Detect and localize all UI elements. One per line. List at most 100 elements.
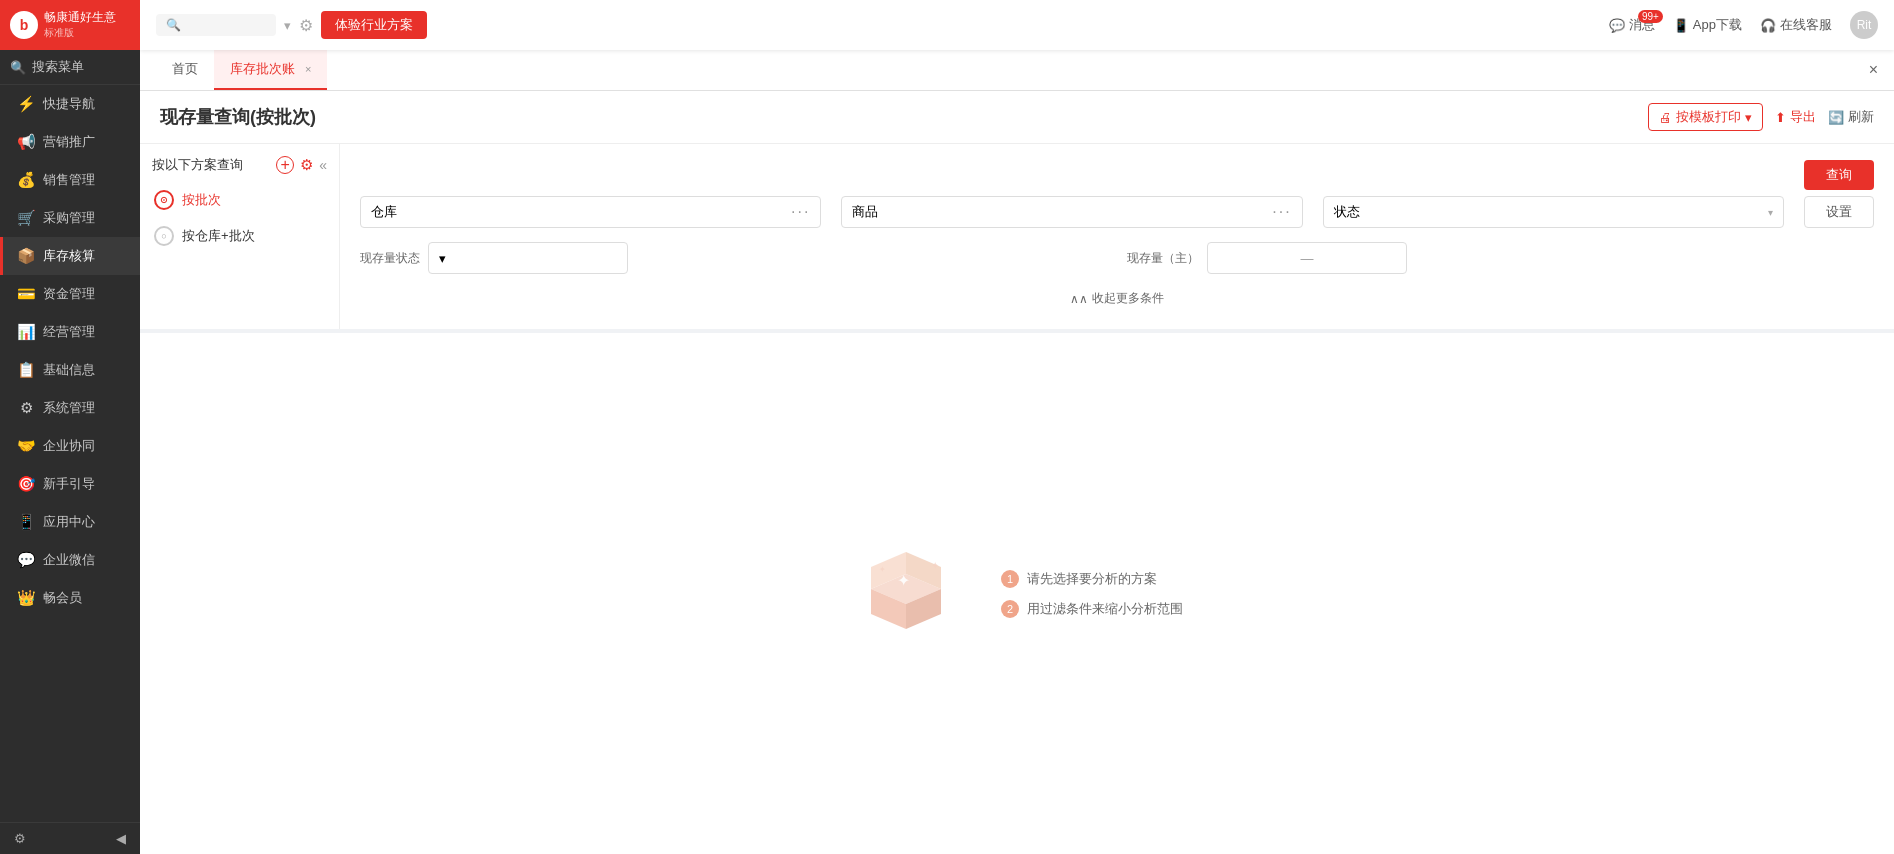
online-service-button[interactable]: 🎧 在线客服	[1760, 16, 1832, 34]
filter-settings-button[interactable]: 设置	[1804, 196, 1874, 228]
tab-active-label: 库存批次账	[230, 60, 295, 78]
sidebar-item-label: 资金管理	[43, 285, 95, 303]
filter-fields: 仓库 ··· 商品 ··· 状态 ▾	[340, 144, 1894, 329]
sidebar-item-wechat[interactable]: 💬 企业微信	[0, 541, 140, 579]
inventory-status-select[interactable]: ▾	[428, 242, 628, 274]
sidebar-scroll: 🔍 搜索菜单 ⚡ 快捷导航 📢 营销推广 💰 销售管理 🛒 采购管理 📦 库存核…	[0, 50, 140, 822]
sidebar-item-label: 营销推广	[43, 133, 95, 151]
user-name: Rit	[1857, 18, 1872, 32]
sidebar-item-label: 企业协同	[43, 437, 95, 455]
app-download-button[interactable]: 📱 App下载	[1673, 16, 1742, 34]
empty-illustration: ✦ ✦ ✦	[851, 534, 971, 654]
tab-home[interactable]: 首页	[156, 50, 214, 90]
purchase-icon: 🛒	[17, 209, 35, 227]
step-2-number: 2	[1001, 600, 1019, 618]
filter-area: 按以下方案查询 + ⚙ « ⊙ 按批次 ○	[140, 144, 1894, 329]
inventory-icon: 📦	[17, 247, 35, 265]
plan-item-by-warehouse-batch[interactable]: ○ 按仓库+批次	[140, 218, 339, 254]
sidebar-item-apps[interactable]: 📱 应用中心	[0, 503, 140, 541]
product-field: 商品 ···	[841, 196, 1302, 228]
main-area: 🔍 ▾ ⚙ 体验行业方案 💬 消息 99+ 📱 App下载 🎧 在线客服	[140, 0, 1894, 854]
sidebar-item-finance[interactable]: 💳 资金管理	[0, 275, 140, 313]
app-info: 畅康通好生意 标准版	[44, 10, 116, 40]
topbar: 🔍 ▾ ⚙ 体验行业方案 💬 消息 99+ 📱 App下载 🎧 在线客服	[140, 0, 1894, 50]
plan-collapse-icon[interactable]: «	[319, 157, 327, 173]
plan-settings-icon[interactable]: ⚙	[300, 156, 313, 174]
inventory-qty-range[interactable]: —	[1207, 242, 1407, 274]
filter-row-1: 仓库 ··· 商品 ··· 状态 ▾	[360, 160, 1874, 228]
sidebar-item-label: 采购管理	[43, 209, 95, 227]
page-content: 现存量查询(按批次) 🖨 按模板打印 ▾ ⬆ 导出 🔄 刷新	[140, 91, 1894, 854]
page-title: 现存量查询(按批次)	[160, 105, 316, 129]
printer-icon: 🖨	[1659, 110, 1672, 125]
empty-state: ✦ ✦ ✦ 1 请先选择要分析的方案 2 用过滤条件来缩小分析范围	[140, 333, 1894, 854]
sidebar-collapse-icon[interactable]: ◀	[116, 831, 126, 846]
search-icon: 🔍	[10, 60, 26, 75]
messages-button[interactable]: 💬 消息 99+	[1609, 16, 1655, 34]
sidebar-search[interactable]: 🔍 搜索菜单	[0, 50, 140, 85]
basic-icon: 📋	[17, 361, 35, 379]
messages-icon: 💬	[1609, 18, 1625, 33]
export-button[interactable]: ⬆ 导出	[1775, 108, 1816, 126]
export-label: 导出	[1790, 108, 1816, 126]
add-plan-icon[interactable]: +	[276, 156, 294, 174]
sidebar-item-member[interactable]: 👑 畅会员	[0, 579, 140, 617]
sidebar-item-guide[interactable]: 🎯 新手引导	[0, 465, 140, 503]
filter-plan-actions: + ⚙ «	[276, 156, 327, 174]
warehouse-input[interactable]: 仓库 ···	[360, 196, 821, 228]
operation-icon: 📊	[17, 323, 35, 341]
sidebar-item-label: 销售管理	[43, 171, 95, 189]
user-menu[interactable]: Rit	[1850, 11, 1878, 39]
export-icon: ⬆	[1775, 110, 1786, 125]
app-download-label: App下载	[1693, 16, 1742, 34]
sidebar-item-basic[interactable]: 📋 基础信息	[0, 351, 140, 389]
topbar-search-box[interactable]: 🔍	[156, 14, 276, 36]
step-1-text: 请先选择要分析的方案	[1027, 570, 1157, 588]
inventory-qty-field: 现存量（主） —	[1127, 242, 1874, 274]
tabbar-close-right[interactable]: ×	[1869, 61, 1878, 79]
app-version: 标准版	[44, 26, 116, 40]
sidebar-item-sales[interactable]: 💰 销售管理	[0, 161, 140, 199]
refresh-button[interactable]: 🔄 刷新	[1828, 108, 1874, 126]
product-input[interactable]: 商品 ···	[841, 196, 1302, 228]
collapse-more-label: 收起更多条件	[1092, 290, 1164, 307]
status-select[interactable]: 状态 ▾	[1323, 196, 1784, 228]
sidebar-settings-icon[interactable]: ⚙	[14, 831, 26, 846]
template-print-button[interactable]: 🖨 按模板打印 ▾	[1648, 103, 1763, 131]
template-print-label: 按模板打印	[1676, 108, 1741, 126]
chevron-down-icon: ▾	[1745, 110, 1752, 125]
sidebar-item-marketing[interactable]: 📢 营销推广	[0, 123, 140, 161]
sidebar-item-enterprise[interactable]: 🤝 企业协同	[0, 427, 140, 465]
sidebar-item-operation[interactable]: 📊 经营管理	[0, 313, 140, 351]
trial-button[interactable]: 体验行业方案	[321, 11, 427, 39]
plan-item-by-batch[interactable]: ⊙ 按批次	[140, 182, 339, 218]
collapse-more-button[interactable]: ∧∧ 收起更多条件	[360, 284, 1874, 313]
finance-icon: 💳	[17, 285, 35, 303]
sidebar-item-system[interactable]: ⚙ 系统管理	[0, 389, 140, 427]
product-dots: ···	[1272, 203, 1291, 221]
search-label: 搜索菜单	[32, 58, 84, 76]
tab-inventory-batch[interactable]: 库存批次账 ×	[214, 50, 327, 90]
topbar-chevron-icon[interactable]: ▾	[284, 18, 291, 33]
empty-content: ✦ ✦ ✦ 1 请先选择要分析的方案 2 用过滤条件来缩小分析范围	[851, 534, 1183, 654]
inventory-qty-dash: —	[1301, 251, 1314, 266]
marketing-icon: 📢	[17, 133, 35, 151]
page-header-actions: 🖨 按模板打印 ▾ ⬆ 导出 🔄 刷新	[1648, 103, 1874, 131]
empty-step-2: 2 用过滤条件来缩小分析范围	[1001, 600, 1183, 618]
sidebar-item-label: 快捷导航	[43, 95, 95, 113]
query-button[interactable]: 查询	[1804, 160, 1874, 190]
sidebar-item-purchase[interactable]: 🛒 采购管理	[0, 199, 140, 237]
status-chevron-icon: ▾	[1768, 207, 1773, 218]
sidebar-item-label: 新手引导	[43, 475, 95, 493]
filter-plan-section: 按以下方案查询 + ⚙ « ⊙ 按批次 ○	[140, 144, 340, 329]
wechat-icon: 💬	[17, 551, 35, 569]
sidebar-item-quick-nav[interactable]: ⚡ 快捷导航	[0, 85, 140, 123]
tab-home-label: 首页	[172, 60, 198, 78]
filter-plan-header: 按以下方案查询 + ⚙ «	[140, 156, 339, 182]
sidebar-item-inventory[interactable]: 📦 库存核算	[0, 237, 140, 275]
plan-warehouse-batch-label: 按仓库+批次	[182, 227, 255, 245]
filter-actions: 查询 设置	[1804, 160, 1874, 228]
plan-warehouse-batch-icon: ○	[154, 226, 174, 246]
tab-close-icon[interactable]: ×	[305, 63, 311, 75]
topbar-settings-icon[interactable]: ⚙	[299, 16, 313, 35]
